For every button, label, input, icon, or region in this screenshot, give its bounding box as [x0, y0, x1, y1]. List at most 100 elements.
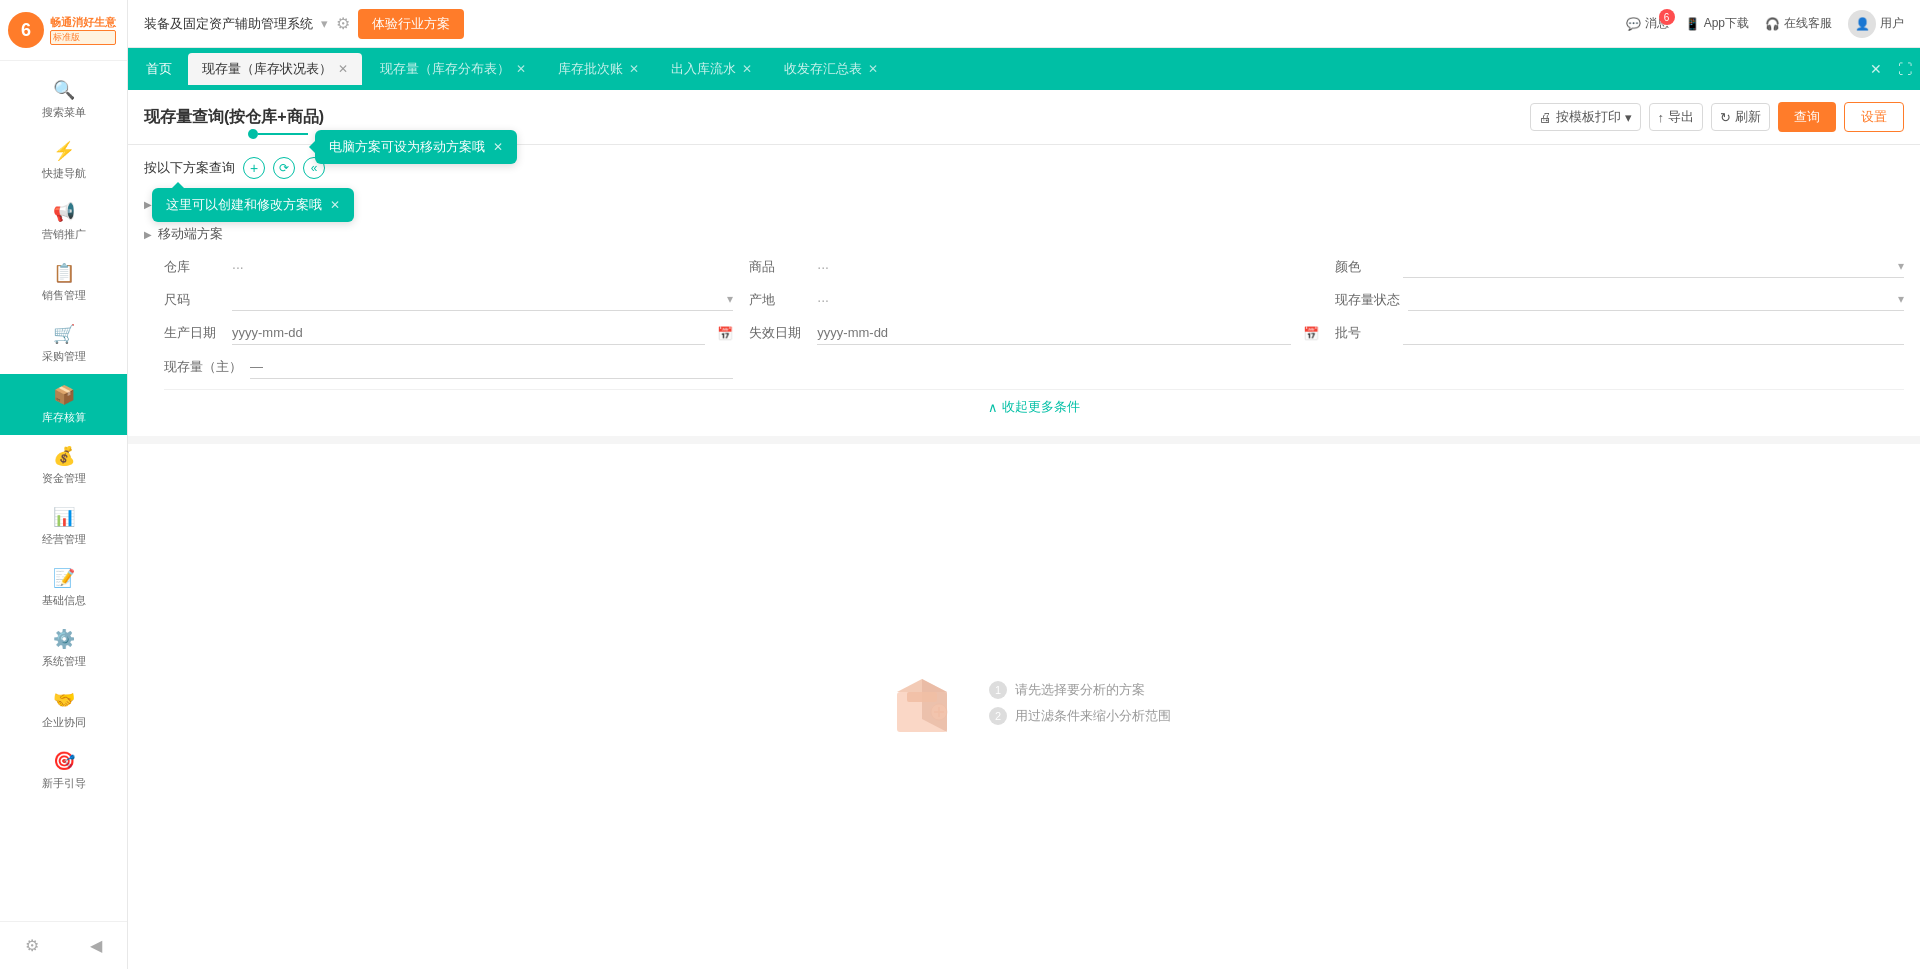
header-gear-icon[interactable]: ⚙	[336, 14, 350, 33]
filter-label-prod-date: 生产日期	[164, 324, 224, 342]
filter-refresh-btn[interactable]: ⟳	[273, 157, 295, 179]
filter-input-inv-qty-min[interactable]	[250, 355, 733, 379]
printer-icon: 🖨	[1539, 110, 1552, 125]
collapse-btn[interactable]: ∧ 收起更多条件	[164, 389, 1904, 424]
tab-collect-summary[interactable]: 收发存汇总表 ✕	[770, 53, 892, 85]
message-btn[interactable]: 💬 消息 6	[1626, 15, 1669, 32]
sidebar-item-quicknav[interactable]: ⚡ 快捷导航	[0, 130, 127, 191]
page-area: 现存量查询(按仓库+商品) 🖨 按模板打印 ▾ ↑ 导出 ↻ 刷新	[128, 90, 1920, 969]
sidebar-item-purchase[interactable]: 🛒 采购管理	[0, 313, 127, 374]
export-btn[interactable]: ↑ 导出	[1649, 103, 1704, 131]
inv-status-chevron-icon: ▾	[1898, 292, 1904, 306]
filter-label-origin: 产地	[749, 291, 809, 309]
tooltip-desktop-scheme: 电脑方案可设为移动方案哦 ✕	[315, 130, 517, 164]
sidebar-item-marketing[interactable]: 📢 营销推广	[0, 191, 127, 252]
filter-label-size: 尺码	[164, 291, 224, 309]
tab-inout-flow-close[interactable]: ✕	[742, 62, 752, 76]
scheme-item-mobile[interactable]: ▶ 移动端方案	[144, 221, 1904, 247]
collapse-icon: ∧	[988, 400, 998, 415]
calendar-expire-icon[interactable]: 📅	[1303, 326, 1319, 341]
user-btn[interactable]: 👤 用户	[1848, 10, 1904, 38]
search-btn[interactable]: 查询	[1778, 102, 1836, 132]
tab-expand-btn[interactable]: ⛶	[1894, 57, 1916, 81]
sidebar-item-search[interactable]: 🔍 搜索菜单	[0, 69, 127, 130]
tab-home-label: 首页	[146, 60, 172, 78]
sidebar-logo: 6 畅通消好生意 标准版	[0, 0, 127, 61]
tab-inout-flow-label: 出入库流水	[671, 60, 736, 78]
sidebar-label-operations: 经营管理	[42, 532, 86, 547]
sidebar-item-operations[interactable]: 📊 经营管理	[0, 496, 127, 557]
color-chevron-icon: ▾	[1898, 259, 1904, 273]
tab-inventory-dist[interactable]: 现存量（库存分布表） ✕	[366, 53, 540, 85]
settings-bottom-btn[interactable]: ⚙	[19, 930, 45, 961]
filter-dots-warehouse[interactable]: ···	[232, 259, 244, 275]
tooltip-create-scheme: 这里可以创建和修改方案哦 ✕	[152, 188, 354, 222]
filter-select-size[interactable]: ▾	[232, 288, 733, 311]
filter-select-inv-status[interactable]: ▾	[1408, 288, 1904, 311]
header-dropdown-arrow[interactable]: ▾	[321, 16, 328, 31]
sidebar-item-system[interactable]: ⚙️ 系统管理	[0, 618, 127, 679]
settings-btn[interactable]: 设置	[1844, 102, 1904, 132]
filter-grid: 仓库 ··· 商品 ··· 颜色 ▾	[164, 255, 1904, 379]
tab-home[interactable]: 首页	[132, 53, 186, 85]
empty-content: 1 请先选择要分析的方案 2 用过滤条件来缩小分析范围	[877, 657, 1171, 757]
tab-inventory-status-close[interactable]: ✕	[338, 62, 348, 76]
scheme-item-desktop[interactable]: ▶ 电脑端方案	[144, 191, 1904, 217]
filter-row-batch-no: 批号	[1335, 321, 1904, 345]
tab-batch-account[interactable]: 库存批次账 ✕	[544, 53, 653, 85]
filter-row-color: 颜色 ▾	[1335, 255, 1904, 278]
tab-inventory-status[interactable]: 现存量（库存状况表） ✕	[188, 53, 362, 85]
page-title: 现存量查询(按仓库+商品)	[144, 107, 324, 128]
sidebar-label-guide: 新手引导	[42, 776, 86, 791]
sidebar-item-guide[interactable]: 🎯 新手引导	[0, 740, 127, 801]
sidebar-item-sales[interactable]: 📋 销售管理	[0, 252, 127, 313]
online-service-btn[interactable]: 🎧 在线客服	[1765, 15, 1832, 32]
filter-label-goods: 商品	[749, 258, 809, 276]
logo-icon: 6	[8, 12, 44, 48]
app-download-btn[interactable]: 📱 App下载	[1685, 15, 1749, 32]
sidebar-item-finance[interactable]: 💰 资金管理	[0, 435, 127, 496]
dot-line-segment	[258, 133, 308, 135]
filter-row-warehouse: 仓库 ···	[164, 255, 733, 278]
refresh-btn[interactable]: ↻ 刷新	[1711, 103, 1770, 131]
sidebar-item-inventory[interactable]: 📦 库存核算	[0, 374, 127, 435]
sales-icon: 📋	[53, 262, 75, 284]
filter-row-size: 尺码 ▾	[164, 288, 733, 311]
sidebar-label-sales: 销售管理	[42, 288, 86, 303]
filter-dots-goods[interactable]: ···	[817, 259, 829, 275]
tab-collect-summary-close[interactable]: ✕	[868, 62, 878, 76]
tab-close-all-btn[interactable]: ✕	[1866, 57, 1886, 81]
filter-select-color[interactable]: ▾	[1403, 255, 1904, 278]
system-icon: ⚙️	[53, 628, 75, 650]
scheme-list: ▶ 电脑端方案 ▶ 移动端方案	[144, 191, 1904, 247]
corp-icon: 🤝	[53, 689, 75, 711]
sidebar-item-basic[interactable]: 📝 基础信息	[0, 557, 127, 618]
tooltip1-close[interactable]: ✕	[493, 140, 503, 154]
page-actions: 🖨 按模板打印 ▾ ↑ 导出 ↻ 刷新 查询 设置	[1530, 102, 1905, 132]
purchase-icon: 🛒	[53, 323, 75, 345]
filter-row-origin: 产地 ···	[749, 288, 1318, 311]
operations-icon: 📊	[53, 506, 75, 528]
scheme-arrow-desktop: ▶	[144, 199, 152, 210]
calendar-prod-icon[interactable]: 📅	[717, 326, 733, 341]
industry-btn[interactable]: 体验行业方案	[358, 9, 464, 39]
tab-inout-flow[interactable]: 出入库流水 ✕	[657, 53, 766, 85]
message-badge: 6	[1659, 9, 1675, 25]
filter-dots-origin[interactable]: ···	[817, 292, 829, 308]
filter-add-btn[interactable]: +	[243, 157, 265, 179]
tab-inventory-dist-close[interactable]: ✕	[516, 62, 526, 76]
filter-input-prod-date[interactable]	[232, 321, 705, 345]
sidebar-label-basic: 基础信息	[42, 593, 86, 608]
sidebar-item-corp[interactable]: 🤝 企业协同	[0, 679, 127, 740]
mobile-icon: 📱	[1685, 17, 1700, 31]
filter-input-batch-no[interactable]	[1403, 321, 1904, 345]
print-btn[interactable]: 🖨 按模板打印 ▾	[1530, 103, 1641, 131]
refresh-icon: ↻	[1720, 110, 1731, 125]
filter-input-expire-date[interactable]	[817, 321, 1290, 345]
collapse-sidebar-btn[interactable]: ◀	[84, 930, 108, 961]
tooltip2-close[interactable]: ✕	[330, 198, 340, 212]
header-left: 装备及固定资产辅助管理系统 ▾ ⚙ 体验行业方案	[144, 9, 464, 39]
dot-start	[248, 129, 258, 139]
service-icon: 🎧	[1765, 17, 1780, 31]
tab-batch-account-close[interactable]: ✕	[629, 62, 639, 76]
